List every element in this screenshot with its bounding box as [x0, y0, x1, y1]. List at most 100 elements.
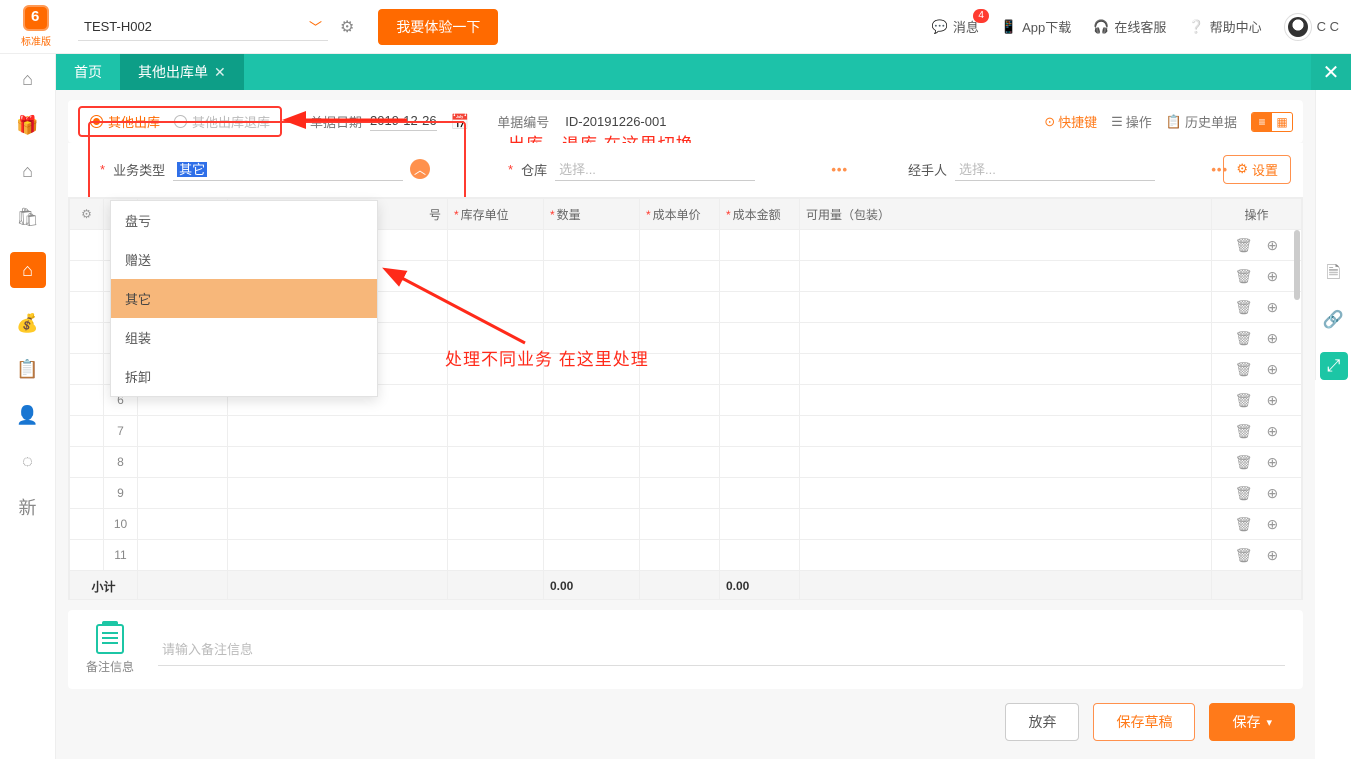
save-draft-button[interactable]: 保存草稿: [1093, 703, 1195, 741]
tab-home[interactable]: 首页: [56, 54, 120, 90]
tabstrip-close-button[interactable]: ✕: [1311, 54, 1351, 90]
add-row-icon[interactable]: ⊕: [1267, 454, 1279, 471]
delete-icon[interactable]: 🗑: [1235, 392, 1253, 409]
top-header: 标准版 TEST-H002 ﹀ ⚙ 我要体验一下 💬 消息 4 📱 App下载 …: [0, 0, 1351, 54]
meta-actions: ⊙ 快捷键 ☰ 操作 📋 历史单据 ≡ ▦: [1044, 112, 1293, 132]
dropdown-option[interactable]: 其它: [111, 279, 377, 318]
notepad-icon: [96, 624, 124, 654]
add-row-icon[interactable]: ⊕: [1267, 423, 1279, 440]
nav-gift-icon[interactable]: 🎁: [17, 114, 39, 136]
delete-icon[interactable]: 🗑: [1235, 516, 1253, 533]
messages-link[interactable]: 💬 消息 4: [932, 17, 979, 36]
edition-label: 标准版: [21, 33, 51, 48]
delete-icon[interactable]: 🗑: [1235, 423, 1253, 440]
link-icon[interactable]: 🔗: [1320, 306, 1348, 334]
customer-service-link[interactable]: 🎧 在线客服: [1093, 17, 1166, 36]
radio-outbound[interactable]: 其他出库: [90, 112, 160, 131]
save-button[interactable]: 保存▾: [1209, 703, 1295, 741]
add-row-icon[interactable]: ⊕: [1267, 392, 1279, 409]
radio-outbound-return[interactable]: 其他出库退库: [174, 112, 270, 131]
biz-type-field[interactable]: * 业务类型 其它 ︿: [100, 157, 430, 181]
remark-input[interactable]: [158, 634, 1285, 666]
settings-gear-icon[interactable]: ⚙: [340, 17, 354, 37]
chevron-down-icon: ▾: [1266, 716, 1272, 729]
experience-button[interactable]: 我要体验一下: [378, 9, 498, 45]
delete-icon[interactable]: 🗑: [1235, 299, 1253, 316]
doc-number-label: 单据编号: [497, 112, 549, 131]
right-rail: 🗎 🔗 ⤢: [1315, 90, 1351, 380]
hotkey-link[interactable]: ⊙ 快捷键: [1044, 112, 1097, 131]
table-row[interactable]: 9🗑⊕: [70, 478, 1302, 509]
add-row-icon[interactable]: ⊕: [1267, 237, 1279, 254]
add-row-icon[interactable]: ⊕: [1267, 516, 1279, 533]
expand-icon[interactable]: ⤢: [1320, 352, 1348, 380]
help-center-link[interactable]: ❔ 帮助中心: [1188, 17, 1261, 36]
nav-clipboard-icon[interactable]: 📋: [17, 358, 39, 380]
operate-link[interactable]: ☰ 操作: [1111, 112, 1152, 131]
tab-other-outbound[interactable]: 其他出库单 ✕: [120, 54, 244, 90]
add-row-icon[interactable]: ⊕: [1267, 268, 1279, 285]
delete-icon[interactable]: 🗑: [1235, 330, 1253, 347]
add-row-icon[interactable]: ⊕: [1267, 547, 1279, 564]
delete-icon[interactable]: 🗑: [1235, 454, 1253, 471]
add-row-icon[interactable]: ⊕: [1267, 299, 1279, 316]
filter-row: * 业务类型 其它 ︿ * 仓库 选择... ••• 经手人 选择... •••…: [68, 143, 1303, 197]
add-row-icon[interactable]: ⊕: [1267, 330, 1279, 347]
biz-type-dropdown: 盘亏赠送其它组装拆卸: [110, 200, 378, 397]
header-right: 💬 消息 4 📱 App下载 🎧 在线客服 ❔ 帮助中心 C C: [932, 13, 1339, 41]
dropdown-option[interactable]: 赠送: [111, 240, 377, 279]
tenant-select[interactable]: TEST-H002 ﹀: [78, 13, 328, 41]
abandon-button[interactable]: 放弃: [1005, 703, 1079, 741]
delete-icon[interactable]: 🗑: [1235, 547, 1253, 564]
main-content: 其他出库 其他出库退库 单据日期 2019-12-26 📅 单据编号 ID-20…: [56, 90, 1315, 759]
col-ops: 操作: [1212, 199, 1302, 230]
calendar-icon[interactable]: 📅: [451, 113, 470, 131]
radio-dot-icon: [90, 115, 103, 128]
view-toggle[interactable]: ≡ ▦: [1251, 112, 1293, 132]
note-icon[interactable]: 🗎: [1320, 260, 1348, 288]
nav-loading-icon[interactable]: ◌: [17, 450, 39, 472]
dropdown-option[interactable]: 组装: [111, 318, 377, 357]
grid-view-icon[interactable]: ▦: [1272, 113, 1292, 131]
remark-section: 备注信息: [68, 610, 1303, 689]
nav-money-icon[interactable]: 💰: [17, 312, 39, 334]
table-row[interactable]: 8🗑⊕: [70, 447, 1302, 478]
user-menu[interactable]: C C: [1284, 13, 1339, 41]
add-row-icon[interactable]: ⊕: [1267, 485, 1279, 502]
table-row[interactable]: 10🗑⊕: [70, 509, 1302, 540]
nav-house-icon[interactable]: ⌂: [17, 160, 39, 182]
settings-button[interactable]: ⚙ 设置: [1223, 155, 1291, 184]
app-download-link[interactable]: 📱 App下载: [1001, 17, 1071, 36]
footer-actions: 放弃 保存草稿 保存▾: [68, 689, 1303, 759]
nav-warehouse-icon[interactable]: ⌂: [10, 252, 46, 288]
nav-bag-icon[interactable]: 🛍: [17, 206, 39, 228]
document-meta-bar: 其他出库 其他出库退库 单据日期 2019-12-26 📅 单据编号 ID-20…: [68, 100, 1303, 143]
close-icon[interactable]: ✕: [214, 64, 226, 81]
chevron-up-icon[interactable]: ︿: [410, 159, 430, 179]
more-icon[interactable]: •••: [831, 162, 848, 177]
warehouse-field[interactable]: * 仓库 选择... •••: [508, 157, 848, 181]
add-row-icon[interactable]: ⊕: [1267, 361, 1279, 378]
delete-icon[interactable]: 🗑: [1235, 237, 1253, 254]
delete-icon[interactable]: 🗑: [1235, 485, 1253, 502]
table-row[interactable]: 11🗑⊕: [70, 540, 1302, 571]
nav-contact-icon[interactable]: 👤: [17, 404, 39, 426]
radio-dot-icon: [174, 115, 187, 128]
dropdown-option[interactable]: 盘亏: [111, 201, 377, 240]
list-view-icon[interactable]: ≡: [1252, 113, 1272, 131]
delete-icon[interactable]: 🗑: [1235, 361, 1253, 378]
col-available: 可用量（包装）: [800, 199, 1212, 230]
col-cost-price: *成本单价: [640, 199, 720, 230]
scrollbar[interactable]: [1294, 230, 1300, 300]
dropdown-option[interactable]: 拆卸: [111, 357, 377, 396]
tab-strip: 首页 其他出库单 ✕ ✕: [56, 54, 1351, 90]
table-row[interactable]: 7🗑⊕: [70, 416, 1302, 447]
handler-field[interactable]: 经手人 选择... •••: [908, 157, 1228, 181]
delete-icon[interactable]: 🗑: [1235, 268, 1253, 285]
avatar-icon: [1284, 13, 1312, 41]
phone-icon: 📱: [1001, 19, 1017, 35]
nav-home-icon[interactable]: ⌂: [17, 68, 39, 90]
history-link[interactable]: 📋 历史单据: [1166, 112, 1237, 131]
nav-new-icon[interactable]: 新: [17, 496, 39, 518]
column-settings-icon[interactable]: ⚙: [70, 199, 104, 230]
